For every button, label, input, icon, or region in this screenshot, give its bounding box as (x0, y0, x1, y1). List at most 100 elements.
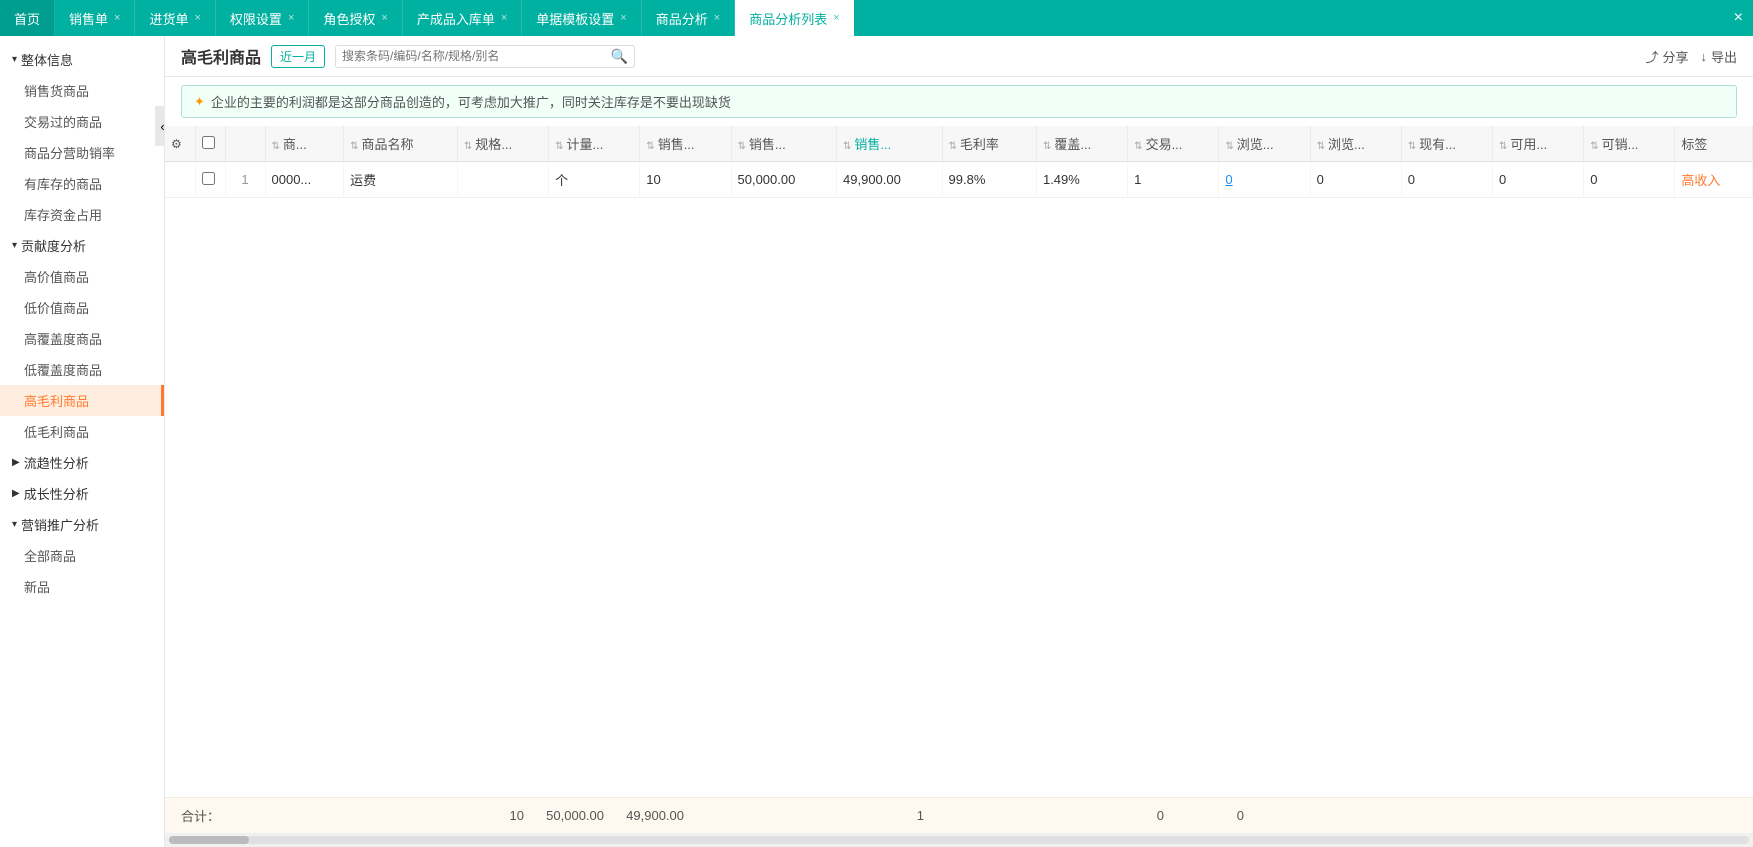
search-input[interactable] (342, 49, 611, 63)
select-all-checkbox[interactable] (202, 136, 215, 149)
row-spec (457, 162, 548, 198)
row-sellable: 0 (1584, 162, 1675, 198)
unit-col-header[interactable]: ⇅计量... (549, 126, 640, 162)
chevron-right-icon: ▶ (12, 488, 20, 499)
close-all-button[interactable]: × (1724, 9, 1753, 27)
row-name: 运费 (344, 162, 458, 198)
tag-col-header[interactable]: 标签 (1675, 126, 1753, 162)
sidebar-item-low-margin[interactable]: 低毛利商品 (0, 416, 164, 447)
sidebar-item-low-coverage[interactable]: 低覆盖度商品 (0, 354, 164, 385)
nav-roles[interactable]: 角色授权 × (309, 0, 402, 36)
gross-rate-col-header[interactable]: ⇅毛利率 (942, 126, 1036, 162)
close-icon[interactable]: × (833, 12, 839, 24)
content-header: 高毛利商品 近一月 🔍 ⤴ 分享 ↓ 导出 (165, 36, 1753, 77)
share-button[interactable]: ⤴ 分享 (1645, 47, 1688, 66)
nav-home[interactable]: 首页 (0, 0, 55, 36)
header-actions: ⤴ 分享 ↓ 导出 (1645, 47, 1737, 66)
sidebar-item-low-value[interactable]: 低价值商品 (0, 292, 164, 323)
export-button[interactable]: ↓ 导出 (1700, 47, 1737, 66)
nav-analysis[interactable]: 商品分析 × (642, 0, 735, 36)
nav-template[interactable]: 单据模板设置 × (522, 0, 641, 36)
sidebar-group-flow[interactable]: ▶ 流趋性分析 (0, 447, 164, 478)
table-row: 1 0000... 运费 个 10 50,000.00 49,900.00 99… (165, 162, 1753, 198)
footer-transaction: 1 (850, 808, 930, 823)
footer-sales3: 49,900.00 (610, 808, 690, 823)
info-banner: ✦ 企业的主要的利润都是这部分商品创造的，可考虑加大推广，同时关注库存是不要出现… (181, 85, 1737, 118)
sidebar-item-new-goods[interactable]: 新品 (0, 571, 164, 602)
sidebar-item-sales-goods[interactable]: 销售货商品 (0, 75, 164, 106)
spec-col-header[interactable]: ⇅规格... (457, 126, 548, 162)
info-icon: ✦ (194, 94, 205, 110)
sellable-col-header[interactable]: ⇅可销... (1584, 126, 1675, 162)
row-checkbox[interactable] (195, 162, 225, 198)
row-code: 0000... (265, 162, 344, 198)
sales3-col-header[interactable]: ⇅销售... (837, 126, 943, 162)
table-wrap: ⚙ ⇅商... ⇅商品名称 ⇅规格... ⇅计量... ⇅销售... ⇅销售..… (165, 126, 1753, 797)
nav-purchase[interactable]: 进货单 × (135, 0, 215, 36)
row-transaction: 1 (1128, 162, 1219, 198)
page-title: 高毛利商品 (181, 44, 261, 68)
row-sales2: 50,000.00 (731, 162, 837, 198)
settings-col-header[interactable]: ⚙ (165, 126, 195, 162)
nav-sales[interactable]: 销售单 × (55, 0, 135, 36)
footer-cells: 10 50,000.00 49,900.00 1 0 0 (250, 808, 1250, 823)
checkbox-col-header[interactable] (195, 126, 225, 162)
row-tag: 高收入 (1675, 162, 1753, 198)
close-icon[interactable]: × (620, 12, 626, 24)
close-icon[interactable]: × (194, 12, 200, 24)
coverage-col-header[interactable]: ⇅覆盖... (1036, 126, 1127, 162)
row-current: 0 (1401, 162, 1492, 198)
content-area: 高毛利商品 近一月 🔍 ⤴ 分享 ↓ 导出 ✦ 企业的主要的利润都是这部分商品创… (165, 36, 1753, 847)
close-icon[interactable]: × (114, 12, 120, 24)
sidebar-item-stocked-goods[interactable]: 有库存的商品 (0, 168, 164, 199)
sidebar-item-high-value[interactable]: 高价值商品 (0, 261, 164, 292)
search-icon[interactable]: 🔍 (611, 48, 628, 65)
row-browse1[interactable]: 0 (1219, 162, 1310, 198)
sidebar-item-all-goods[interactable]: 全部商品 (0, 540, 164, 571)
row-num: 1 (225, 162, 265, 198)
close-icon[interactable]: × (501, 12, 507, 24)
footer-label: 合计： (181, 806, 220, 825)
horizontal-scrollbar[interactable] (165, 833, 1753, 847)
sidebar-item-high-coverage[interactable]: 高覆盖度商品 (0, 323, 164, 354)
transaction-col-header[interactable]: ⇅交易... (1128, 126, 1219, 162)
sidebar-item-sales-rate[interactable]: 商品分营助销率 (0, 137, 164, 168)
nav-permissions[interactable]: 权限设置 × (216, 0, 309, 36)
sidebar-group-growth[interactable]: ▶ 成长性分析 (0, 478, 164, 509)
close-icon[interactable]: × (381, 12, 387, 24)
footer-sales1: 10 (450, 808, 530, 823)
export-icon: ↓ (1700, 49, 1707, 64)
scrollbar-thumb[interactable] (169, 836, 249, 844)
name-col-header[interactable]: ⇅商品名称 (344, 126, 458, 162)
sales1-col-header[interactable]: ⇅销售... (640, 126, 731, 162)
sidebar-item-traded-goods[interactable]: 交易过的商品 (0, 106, 164, 137)
code-col-header[interactable]: ⇅商... (265, 126, 344, 162)
nav-inbound[interactable]: 产成品入库单 × (403, 0, 522, 36)
row-select-checkbox[interactable] (202, 172, 215, 185)
row-gross-rate: 99.8% (942, 162, 1036, 198)
close-icon[interactable]: × (288, 12, 294, 24)
table-header-row: ⚙ ⇅商... ⇅商品名称 ⇅规格... ⇅计量... ⇅销售... ⇅销售..… (165, 126, 1753, 162)
close-icon[interactable]: × (714, 12, 720, 24)
footer-current: 0 (1090, 808, 1170, 823)
chevron-right-icon: ▶ (12, 457, 20, 468)
scrollbar-track (169, 836, 1749, 844)
browse1-col-header[interactable]: ⇅浏览... (1219, 126, 1310, 162)
sidebar-collapse-button[interactable]: « (155, 106, 165, 146)
sidebar-group-contribution[interactable]: ▾ 贡献度分析 (0, 230, 164, 261)
sidebar-item-inventory-capital[interactable]: 库存资金占用 (0, 199, 164, 230)
time-filter-button[interactable]: 近一月 (271, 45, 325, 68)
sidebar-group-overall[interactable]: ▾ 整体信息 (0, 44, 164, 75)
sidebar-group-marketing[interactable]: ▾ 营销推广分析 (0, 509, 164, 540)
row-unit: 个 (549, 162, 640, 198)
row-browse2: 0 (1310, 162, 1401, 198)
current-col-header[interactable]: ⇅现有... (1401, 126, 1492, 162)
sales2-col-header[interactable]: ⇅销售... (731, 126, 837, 162)
row-available: 0 (1492, 162, 1583, 198)
browse2-col-header[interactable]: ⇅浏览... (1310, 126, 1401, 162)
sidebar-item-high-margin[interactable]: 高毛利商品 (0, 385, 164, 416)
row-sales1: 10 (640, 162, 731, 198)
sidebar: « ▾ 整体信息 销售货商品 交易过的商品 商品分营助销率 有库存的商品 库存资… (0, 36, 165, 847)
available-col-header[interactable]: ⇅可用... (1492, 126, 1583, 162)
nav-analysis-list[interactable]: 商品分析列表 × (735, 0, 853, 36)
